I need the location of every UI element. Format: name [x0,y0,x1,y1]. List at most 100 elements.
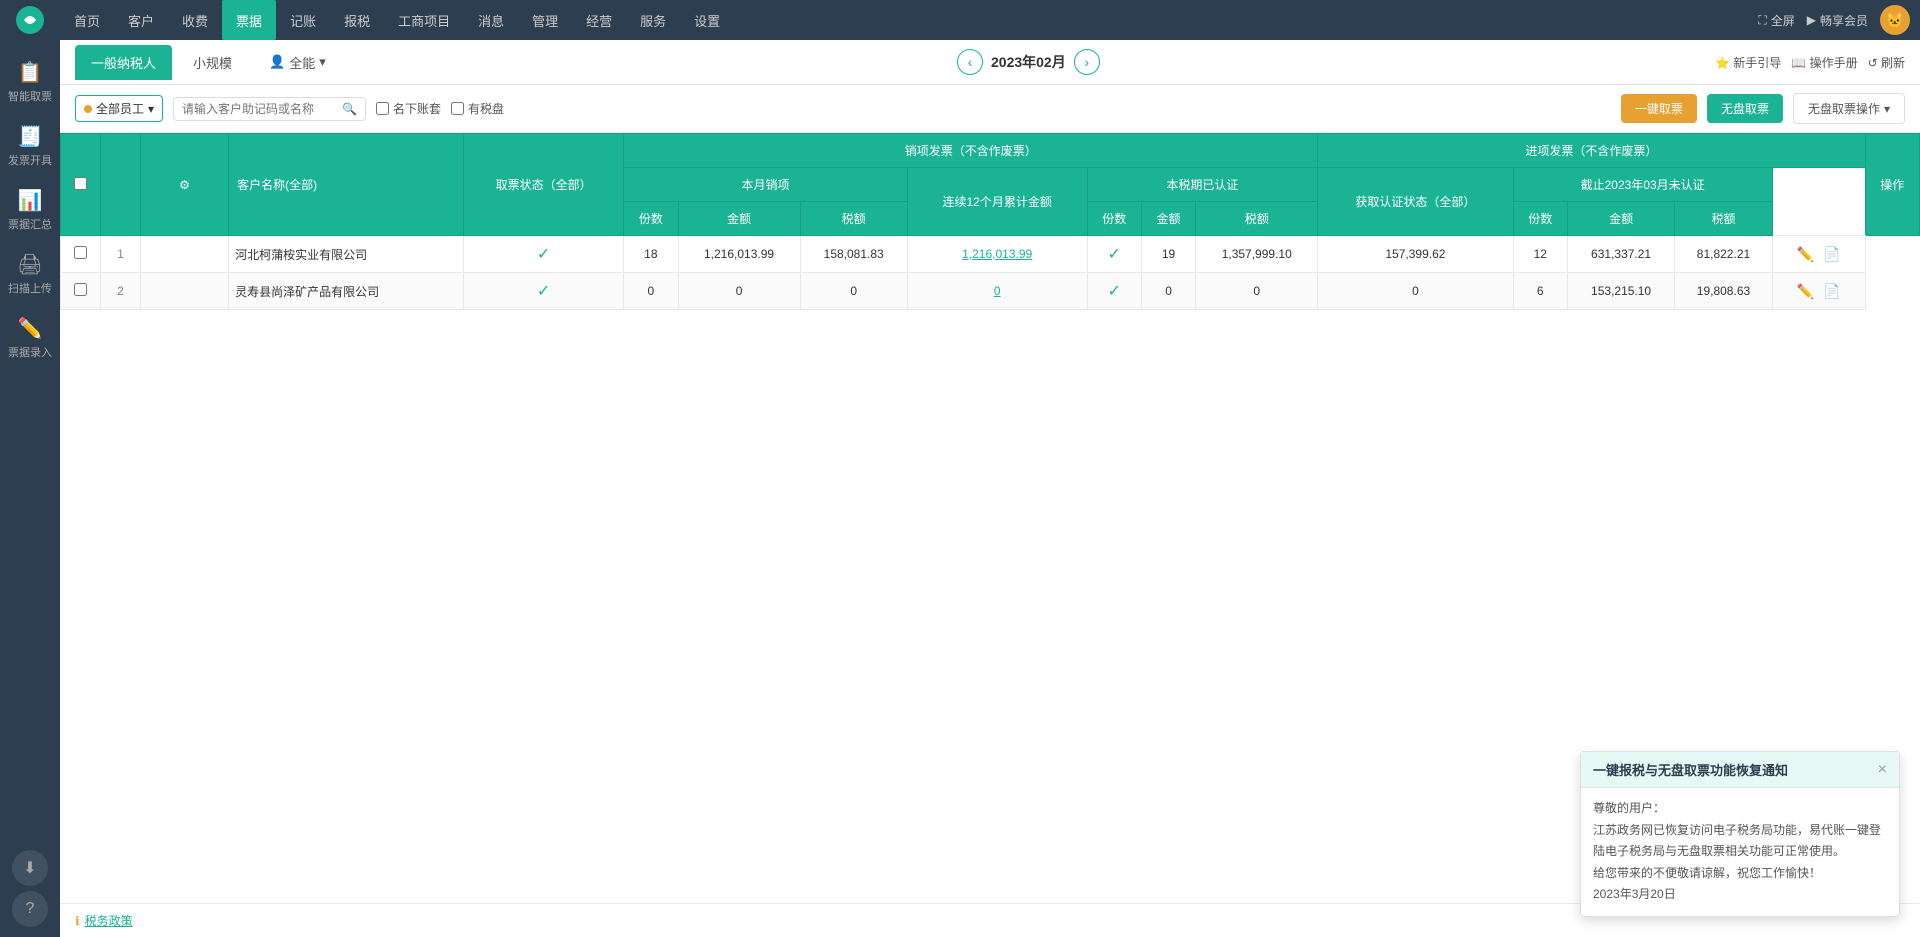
th-input-group: 进项发票（不含作废票） [1318,134,1865,168]
nav-settings[interactable]: 设置 [680,0,734,40]
th-cancel-status: 取票状态（全部） [464,134,624,236]
notif-body: 尊敬的用户： 江苏政务网已恢复访问电子税务局功能，易代账一键登陆电子税务局与无盘… [1581,788,1899,916]
tab-actions: ⭐ 新手引导 📖 操作手册 ↺ 刷新 [1715,54,1905,71]
row1-checkbox-cell [61,236,101,273]
search-icon[interactable]: 🔍 [342,102,357,116]
fullscreen-icon: ⛶ [1758,13,1766,28]
row1-view-btn[interactable]: 📄 [1823,246,1840,262]
row2-checkbox[interactable] [74,283,87,296]
th-consecutive12: 连续12个月累计金额 [907,168,1087,236]
th-current-confirmed: 本税期已认证 [1087,168,1318,202]
sidebar-item-smart-fetch[interactable]: 📋 智能取票 [0,50,60,114]
nav-tax[interactable]: 报税 [330,0,384,40]
row1-confirm-status: ✓ [1087,236,1141,273]
row2-cancel-check-icon: ✓ [537,283,550,300]
next-month-btn[interactable]: › [1074,49,1100,75]
row1-num: 1 [101,236,141,273]
row1-unconf-tax: 81,822.21 [1675,236,1773,273]
row2-consecutive12[interactable]: 0 [907,273,1087,310]
th-unconf-amount: 金额 [1567,202,1674,236]
book-icon: 📖 [1791,56,1806,70]
row1-customer-name: 河北柯蒲桉实业有限公司 [229,236,464,273]
one-click-fetch-btn[interactable]: 一键取票 [1621,94,1697,123]
th-unconf-count: 份数 [1513,202,1567,236]
logo[interactable] [10,0,50,40]
th-month-tax: 税额 [800,202,907,236]
refresh-btn[interactable]: ↺ 刷新 [1868,54,1905,71]
tab-general-taxpayer[interactable]: 一般纳税人 [75,45,172,80]
row1-edit-btn[interactable]: ✏️ [1797,246,1814,262]
employee-select[interactable]: 全部员工 ▾ [75,95,163,122]
guide-icon: ⭐ [1715,56,1730,70]
sidebar-item-summary[interactable]: 📊 票据汇总 [0,178,60,242]
nav-business[interactable]: 工商项目 [384,0,464,40]
play-icon: ▶ [1807,13,1816,27]
sidebar-item-scan[interactable]: 🖨 扫描上传 [0,242,60,306]
manual-btn[interactable]: 📖 操作手册 [1791,54,1857,71]
th-month-count: 份数 [624,202,678,236]
search-input[interactable] [182,102,342,116]
search-wrap: 🔍 [173,97,366,121]
smart-fetch-icon: 📋 [18,60,43,85]
nav-operation[interactable]: 经营 [572,0,626,40]
th-input-amount: 金额 [1141,202,1195,236]
row2-confirm-status: ✓ [1087,273,1141,310]
nav-bookkeeping[interactable]: 记账 [276,0,330,40]
row2-unconf-count: 6 [1513,273,1567,310]
row2-checkbox-cell [61,273,101,310]
row2-settings [141,273,229,310]
row2-input-tax: 0 [1318,273,1513,310]
row2-num: 2 [101,273,141,310]
tax-policy-link[interactable]: 税务政策 [85,912,133,929]
row1-checkbox[interactable] [74,246,87,259]
nav-service[interactable]: 服务 [626,0,680,40]
tab-small-scale[interactable]: 小规模 [177,45,248,80]
date-navigation: ‹ 2023年02月 › [957,49,1100,75]
nav-fee[interactable]: 收费 [168,0,222,40]
row2-view-btn[interactable]: 📄 [1823,283,1840,299]
nav-invoice[interactable]: 票据 [222,0,276,40]
invoice-open-icon: 🧾 [18,124,43,149]
diskless-operation-btn[interactable]: 无盘取票操作 ▾ [1793,93,1905,124]
row1-cancel-status: ✓ [464,236,624,273]
sidebar-help-btn[interactable]: ? [12,891,48,927]
info-icon: ℹ [75,914,80,928]
row2-month-amount: 0 [678,273,800,310]
user-avatar[interactable]: 🐱 [1880,5,1910,35]
row2-cancel-status: ✓ [464,273,624,310]
row2-customer-name: 灵寿县尚泽矿产品有限公司 [229,273,464,310]
row2-unconf-tax: 19,808.63 [1675,273,1773,310]
new-guide-btn[interactable]: ⭐ 新手引导 [1715,54,1781,71]
th-unconfirmed: 截止2023年03月未认证 [1513,168,1772,202]
row1-month-amount: 1,216,013.99 [678,236,800,273]
fullscreen-btn[interactable]: ⛶ 全屏 [1758,12,1794,29]
row2-input-amount: 0 [1196,273,1318,310]
sub-account-checkbox[interactable] [376,102,389,115]
diskless-fetch-btn[interactable]: 无盘取票 [1707,94,1783,123]
tab-all[interactable]: 👤 全能 ▾ [253,45,342,80]
tax-disk-checkbox[interactable] [451,102,464,115]
row1-unconf-amount: 631,337.21 [1567,236,1674,273]
chevron-down-icon: ▾ [319,54,326,70]
prev-month-btn[interactable]: ‹ [957,49,983,75]
nav-message[interactable]: 消息 [464,0,518,40]
th-confirm-status: 获取认证状态（全部） [1318,168,1513,236]
notif-close-btn[interactable]: × [1878,761,1887,779]
nav-items: 首页 客户 收费 票据 记账 报税 工商项目 消息 管理 经营 服务 设置 [60,0,1758,40]
th-sales-group: 销项发票（不含作废票） [624,134,1318,168]
th-input-count: 份数 [1087,202,1141,236]
sidebar-item-entry[interactable]: ✏️ 票据录入 [0,306,60,370]
nav-home[interactable]: 首页 [60,0,114,40]
nav-right: ⛶ 全屏 ▶ 畅享会员 🐱 [1758,5,1910,35]
member-btn[interactable]: ▶ 畅享会员 [1807,12,1868,29]
sidebar-download-btn[interactable]: ⬇ [12,850,48,886]
th-operation: 操作 [1865,134,1919,236]
sub-account-checkbox-wrap: 名下账套 [376,100,441,117]
row1-consecutive12[interactable]: 1,216,013.99 [907,236,1087,273]
nav-customer[interactable]: 客户 [114,0,168,40]
sidebar-item-invoice-open[interactable]: 🧾 发票开具 [0,114,60,178]
row2-edit-btn[interactable]: ✏️ [1797,283,1814,299]
nav-manage[interactable]: 管理 [518,0,572,40]
select-all-checkbox[interactable] [74,177,87,190]
notification-popup: 一键报税与无盘取票功能恢复通知 × 尊敬的用户： 江苏政务网已恢复访问电子税务局… [1580,751,1900,917]
